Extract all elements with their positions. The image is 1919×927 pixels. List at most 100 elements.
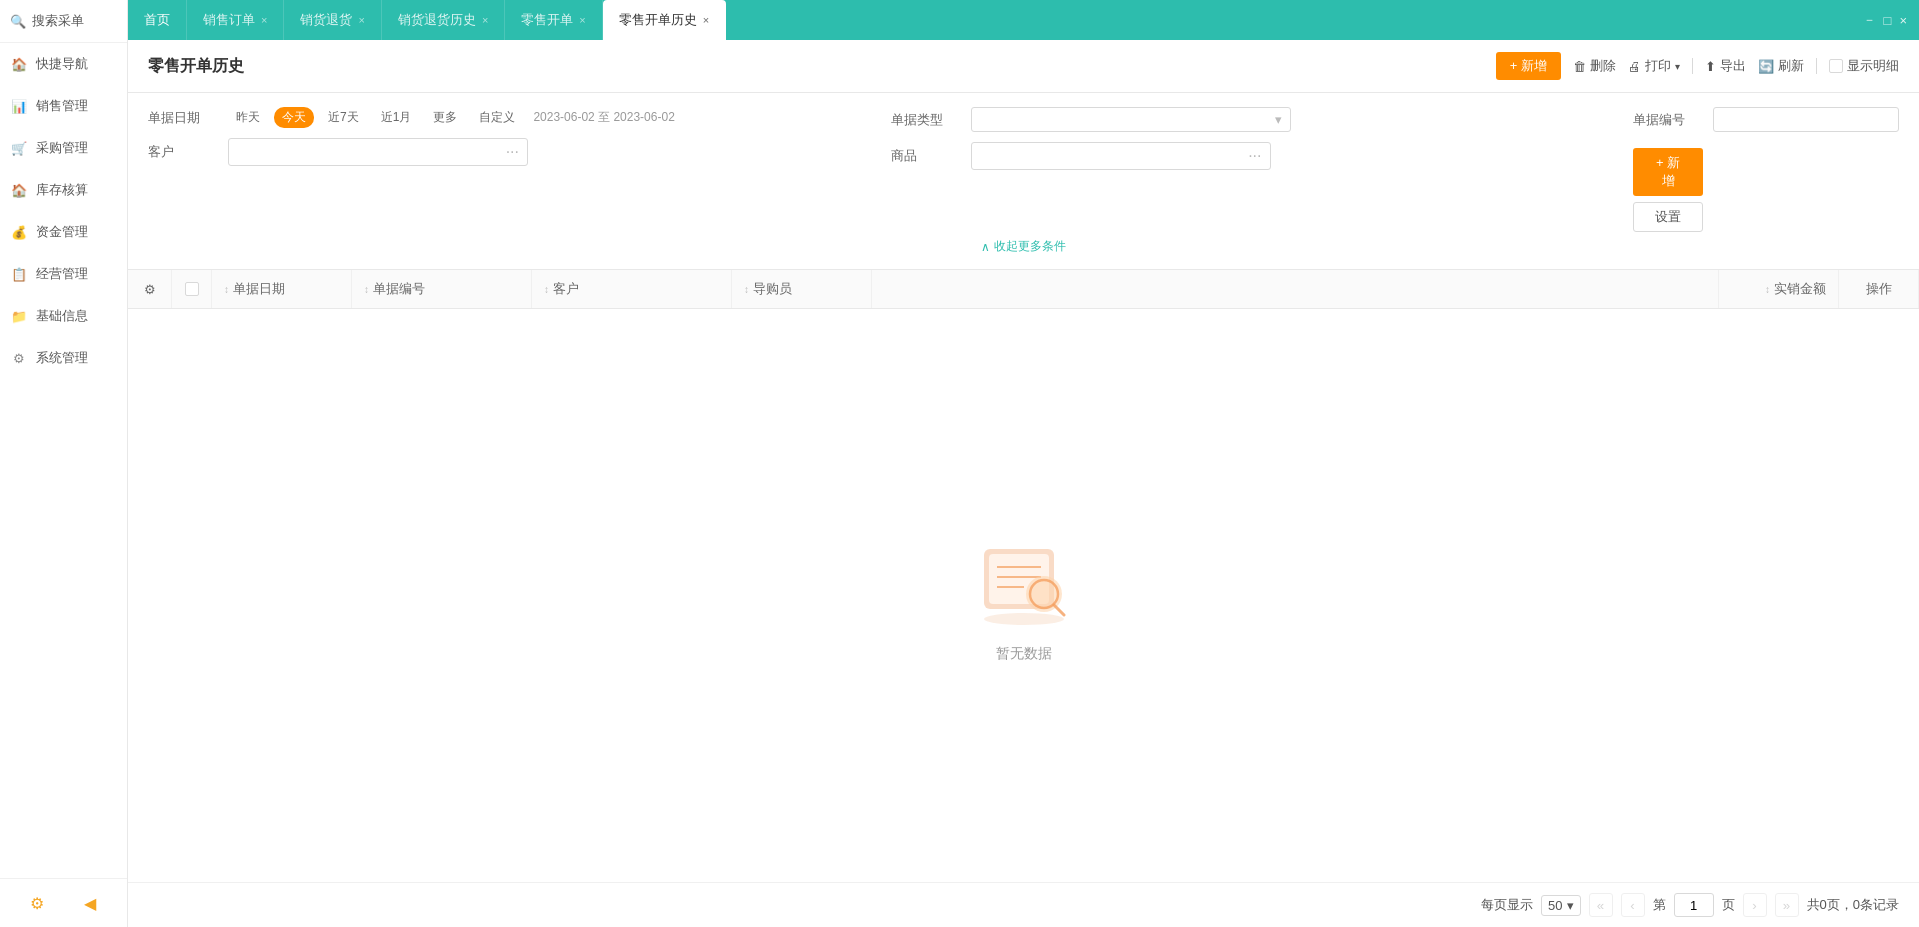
tab-sales-return-history[interactable]: 销货退货历史 × bbox=[382, 0, 505, 40]
sort-billno-icon[interactable]: ↕ bbox=[364, 284, 369, 295]
window-maximize[interactable]: □ bbox=[1884, 13, 1892, 28]
collapse-sidebar-icon[interactable]: ◀ bbox=[76, 889, 104, 917]
sort-salesman-icon[interactable]: ↕ bbox=[744, 284, 749, 295]
sidebar-bottom: ⚙ ◀ bbox=[0, 878, 127, 927]
tab-sales-return-close[interactable]: × bbox=[358, 14, 364, 26]
content-area: 零售开单历史 + 新增 🗑 删除 🖨 打印 ▾ ⬆ 导出 🔄 bbox=[128, 40, 1919, 927]
th-amount[interactable]: ↕ 实销金额 bbox=[1719, 270, 1839, 308]
add-button[interactable]: + 新增 bbox=[1496, 52, 1561, 80]
tab-sales-return-history-close[interactable]: × bbox=[482, 14, 488, 26]
date-btn-yesterday[interactable]: 昨天 bbox=[228, 107, 268, 128]
date-btn-today[interactable]: 今天 bbox=[274, 107, 314, 128]
date-btn-more[interactable]: 更多 bbox=[425, 107, 465, 128]
search-icon: 🔍 bbox=[10, 14, 26, 29]
tab-retail-open-history-close[interactable]: × bbox=[703, 14, 709, 26]
select-all-checkbox[interactable] bbox=[185, 282, 199, 296]
sort-customer-icon[interactable]: ↕ bbox=[544, 284, 549, 295]
prev-page-button[interactable]: ‹ bbox=[1621, 893, 1645, 917]
bill-no-input-field[interactable] bbox=[1722, 112, 1890, 127]
customer-input[interactable]: ··· bbox=[228, 138, 528, 166]
date-btn-7days[interactable]: 近7天 bbox=[320, 107, 367, 128]
th-salesman[interactable]: ↕ 导购员 bbox=[732, 270, 872, 308]
date-btn-1month[interactable]: 近1月 bbox=[373, 107, 420, 128]
goods-input-field[interactable] bbox=[980, 149, 1249, 164]
th-checkbox[interactable] bbox=[172, 270, 212, 308]
th-flex bbox=[872, 270, 1719, 308]
next-page-button[interactable]: › bbox=[1743, 893, 1767, 917]
display-detail-label: 显示明细 bbox=[1847, 57, 1899, 75]
tab-home[interactable]: 首页 bbox=[128, 0, 187, 40]
collapse-filter-row[interactable]: ∧ 收起更多条件 bbox=[148, 232, 1899, 255]
sidebar-item-label: 采购管理 bbox=[36, 139, 88, 157]
goods-filter-label: 商品 bbox=[891, 147, 951, 165]
tab-retail-open-label: 零售开单 bbox=[521, 11, 573, 29]
empty-state: 暂无数据 bbox=[128, 309, 1919, 882]
tabs-bar: 首页 销售订单 × 销货退货 × 销货退货历史 × 零售开单 × 零售开单历史 … bbox=[128, 0, 1919, 40]
tab-retail-open[interactable]: 零售开单 × bbox=[505, 0, 602, 40]
sidebar-item-purchase-mgmt[interactable]: 🛒 采购管理 bbox=[0, 127, 127, 169]
sidebar-item-label: 快捷导航 bbox=[36, 55, 88, 73]
toolbar-divider-2 bbox=[1816, 58, 1817, 74]
display-detail-checkbox[interactable]: 显示明细 bbox=[1829, 57, 1899, 75]
refresh-button[interactable]: 🔄 刷新 bbox=[1758, 57, 1804, 75]
customer-input-field[interactable] bbox=[237, 145, 506, 160]
sidebar-item-system[interactable]: ⚙ 系统管理 bbox=[0, 337, 127, 379]
collapse-label: 收起更多条件 bbox=[994, 238, 1066, 255]
th-billno[interactable]: ↕ 单据编号 bbox=[352, 270, 532, 308]
sidebar-item-finance[interactable]: 💰 资金管理 bbox=[0, 211, 127, 253]
print-label: 打印 bbox=[1645, 57, 1671, 75]
tab-sales-order[interactable]: 销售订单 × bbox=[187, 0, 284, 40]
sidebar-item-inventory[interactable]: 🏠 库存核算 bbox=[0, 169, 127, 211]
sidebar-search[interactable]: 🔍 搜索采单 bbox=[0, 0, 127, 43]
delete-icon: 🗑 bbox=[1573, 59, 1586, 74]
window-close[interactable]: × bbox=[1899, 13, 1907, 28]
print-icon: 🖨 bbox=[1628, 59, 1641, 74]
th-date[interactable]: ↕ 单据日期 bbox=[212, 270, 352, 308]
display-detail-cb[interactable] bbox=[1829, 59, 1843, 73]
per-page-value: 50 bbox=[1548, 898, 1562, 913]
bill-type-select[interactable]: ▾ bbox=[971, 107, 1291, 132]
tab-sales-order-label: 销售订单 bbox=[203, 11, 255, 29]
table-settings-icon[interactable]: ⚙ bbox=[144, 282, 156, 297]
sidebar-item-basic-info[interactable]: 📁 基础信息 bbox=[0, 295, 127, 337]
bill-no-input[interactable] bbox=[1713, 107, 1899, 132]
filter-settings-button[interactable]: 设置 bbox=[1633, 202, 1703, 232]
th-settings[interactable]: ⚙ bbox=[128, 270, 172, 308]
svg-line-8 bbox=[1054, 605, 1064, 615]
tab-retail-open-history-label: 零售开单历史 bbox=[619, 11, 697, 29]
window-minimize[interactable]: － bbox=[1863, 11, 1876, 29]
tab-sales-return-label: 销货退货 bbox=[300, 11, 352, 29]
tab-sales-return[interactable]: 销货退货 × bbox=[284, 0, 381, 40]
customer-dots-icon[interactable]: ··· bbox=[506, 143, 519, 161]
refresh-label: 刷新 bbox=[1778, 57, 1804, 75]
main-area: 首页 销售订单 × 销货退货 × 销货退货历史 × 零售开单 × 零售开单历史 … bbox=[128, 0, 1919, 927]
date-btn-custom[interactable]: 自定义 bbox=[471, 107, 523, 128]
print-button[interactable]: 🖨 打印 ▾ bbox=[1628, 57, 1680, 75]
delete-button[interactable]: 🗑 删除 bbox=[1573, 57, 1616, 75]
tab-sales-order-close[interactable]: × bbox=[261, 14, 267, 26]
sort-up-icon[interactable]: ↕ bbox=[224, 284, 229, 295]
tab-retail-open-close[interactable]: × bbox=[579, 14, 585, 26]
first-page-button[interactable]: « bbox=[1589, 893, 1613, 917]
delete-label: 删除 bbox=[1590, 57, 1616, 75]
th-customer-label: 客户 bbox=[553, 280, 579, 298]
inventory-icon: 🏠 bbox=[10, 181, 28, 199]
page-number-input[interactable] bbox=[1674, 893, 1714, 917]
tab-sales-return-history-label: 销货退货历史 bbox=[398, 11, 476, 29]
sidebar-item-sales-mgmt[interactable]: 📊 销售管理 bbox=[0, 85, 127, 127]
goods-dots-icon[interactable]: ··· bbox=[1248, 147, 1261, 165]
system-icon: ⚙ bbox=[10, 349, 28, 367]
th-customer[interactable]: ↕ 客户 bbox=[532, 270, 732, 308]
page-header: 零售开单历史 + 新增 🗑 删除 🖨 打印 ▾ ⬆ 导出 🔄 bbox=[128, 40, 1919, 93]
settings-bottom-icon[interactable]: ⚙ bbox=[23, 889, 51, 917]
sidebar-item-operations[interactable]: 📋 经营管理 bbox=[0, 253, 127, 295]
per-page-label: 每页显示 bbox=[1481, 896, 1533, 914]
goods-input[interactable]: ··· bbox=[971, 142, 1271, 170]
query-button[interactable]: + 新增 bbox=[1633, 148, 1703, 196]
per-page-select[interactable]: 50 ▾ bbox=[1541, 895, 1580, 916]
sort-amount-icon[interactable]: ↕ bbox=[1765, 284, 1770, 295]
last-page-button[interactable]: » bbox=[1775, 893, 1799, 917]
export-button[interactable]: ⬆ 导出 bbox=[1705, 57, 1746, 75]
tab-retail-open-history[interactable]: 零售开单历史 × bbox=[603, 0, 726, 40]
sidebar-item-quick-nav[interactable]: 🏠 快捷导航 bbox=[0, 43, 127, 85]
